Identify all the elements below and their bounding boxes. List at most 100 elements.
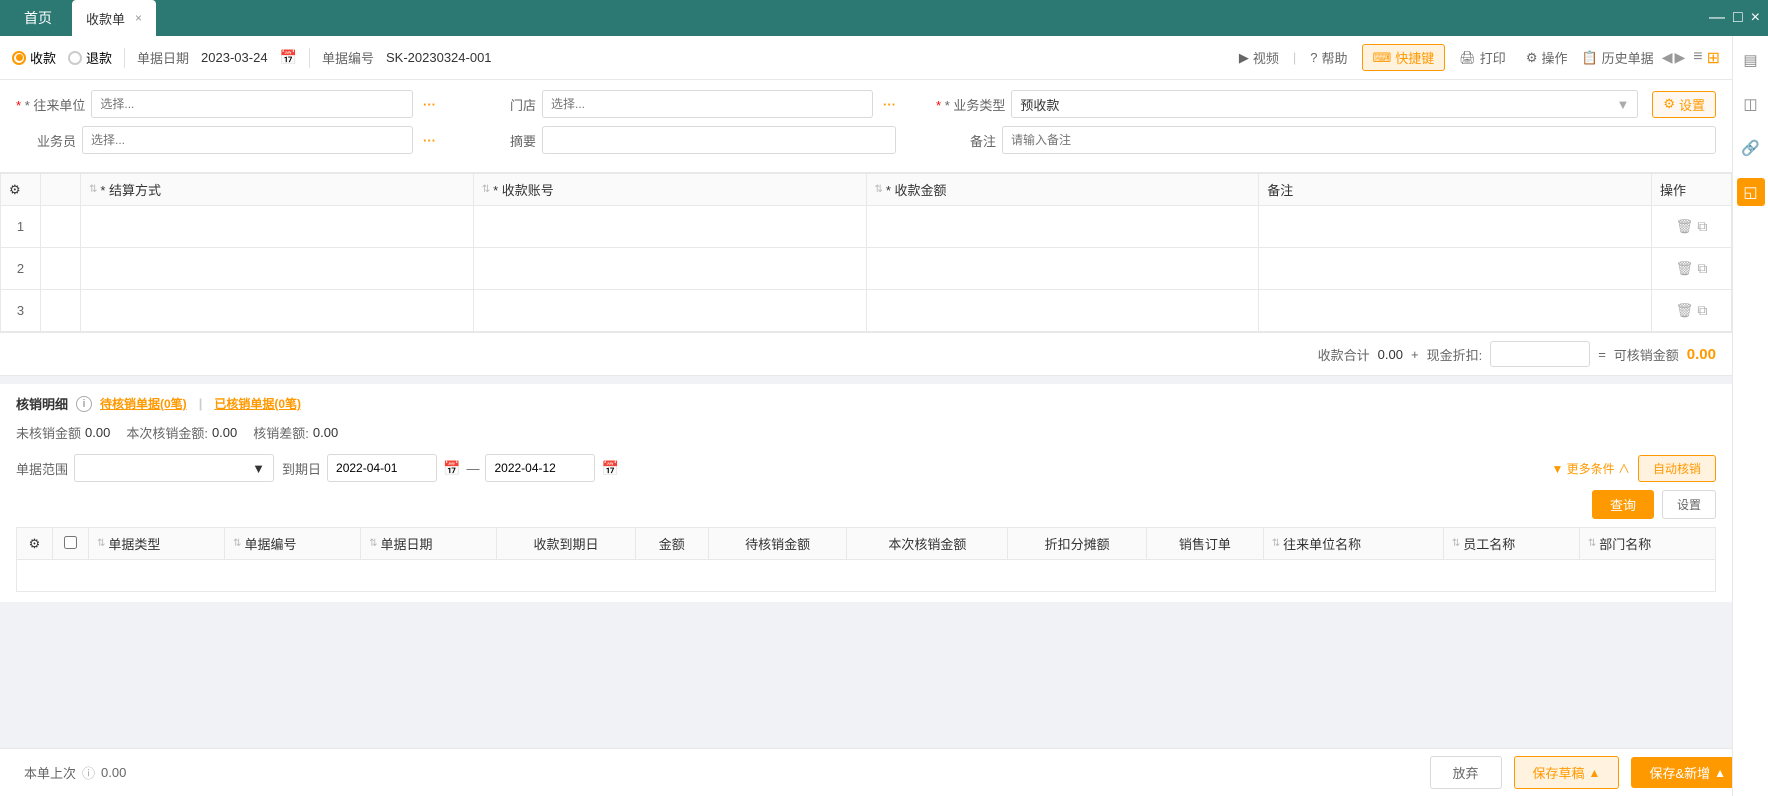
save-new-btn[interactable]: 保存&新增 ▲ — [1631, 757, 1744, 788]
row-2-amount[interactable] — [866, 248, 1259, 290]
account-input-3[interactable] — [474, 290, 866, 331]
prev-arrow-icon[interactable]: ◀ — [1662, 49, 1673, 66]
delete-icon-1[interactable]: 🗑 — [1676, 218, 1694, 235]
select-all-checkbox[interactable] — [64, 536, 77, 549]
bt-discount-header: 折扣分摊额 — [1008, 528, 1147, 560]
next-arrow-icon[interactable]: ▶ — [1674, 49, 1685, 66]
row-2-remark[interactable] — [1259, 248, 1652, 290]
partner-input[interactable] — [91, 90, 413, 118]
summary-input[interactable] — [542, 126, 896, 154]
help-btn[interactable]: ? 帮助 — [1304, 46, 1353, 69]
pending-tab-link[interactable]: 待核销单据(0笔) — [100, 395, 187, 412]
settlement-input-2[interactable] — [81, 248, 473, 289]
discount-label: 现金折扣: — [1427, 345, 1483, 364]
delete-icon-3[interactable]: 🗑 — [1676, 302, 1694, 319]
row-3-account[interactable] — [473, 290, 866, 332]
video-btn[interactable]: ▶ 视频 — [1233, 46, 1285, 69]
row-1-remark[interactable] — [1259, 206, 1652, 248]
amount-input-3[interactable] — [867, 290, 1259, 331]
remark-input[interactable] — [1002, 126, 1716, 154]
history-btn[interactable]: 📋 历史单据 — [1581, 48, 1653, 67]
staff-more-icon[interactable]: ··· — [423, 133, 436, 148]
auto-reconcile-btn[interactable]: 自动核销 — [1638, 455, 1716, 482]
reconcile-info-icon[interactable]: i — [76, 396, 92, 412]
window-maximize-icon[interactable]: □ — [1733, 9, 1743, 27]
reconcile-settings-btn[interactable]: 设置 — [1662, 490, 1716, 519]
bt-checkbox-header[interactable] — [53, 528, 89, 560]
account-header: ⇅ * 收款账号 — [473, 174, 866, 206]
form-row-1: * * 往来单位 ··· 门店 ··· * * 业务类型 — [16, 90, 1716, 118]
row-3-num-extra — [41, 290, 81, 332]
row-3-amount[interactable] — [866, 290, 1259, 332]
store-more-icon[interactable]: ··· — [883, 97, 896, 112]
sidebar-expand-icon[interactable]: ◱ — [1737, 178, 1765, 206]
tab-receipt[interactable]: 收款单 × — [72, 0, 156, 36]
range-arrow-icon: ▼ — [252, 461, 265, 476]
store-input[interactable] — [542, 90, 873, 118]
account-input-2[interactable] — [474, 248, 866, 289]
abandon-btn[interactable]: 放弃 — [1430, 756, 1502, 789]
sidebar-form-icon[interactable]: ◫ — [1737, 90, 1765, 118]
window-minimize-icon[interactable]: — — [1709, 9, 1725, 27]
date-from-input[interactable] — [327, 454, 437, 482]
tab-close-icon[interactable]: × — [135, 11, 142, 25]
receipt-radio[interactable]: 收款 — [12, 48, 56, 67]
date-to-input[interactable] — [485, 454, 595, 482]
account-input-1[interactable] — [474, 206, 866, 247]
refund-radio[interactable]: 退款 — [68, 48, 112, 67]
more-filters-btn[interactable]: ▼ 更多条件 ∧ — [1551, 460, 1630, 477]
shortcut-label: 快捷键 — [1395, 48, 1434, 67]
copy-icon-1[interactable]: ⧉ — [1697, 218, 1707, 235]
table-settings-header[interactable]: ⚙ — [1, 174, 41, 206]
sidebar-link-icon[interactable]: 🔗 — [1737, 134, 1765, 162]
delete-icon-2[interactable]: 🗑 — [1676, 260, 1694, 277]
row-1-settlement[interactable] — [81, 206, 474, 248]
row-2-account[interactable] — [473, 248, 866, 290]
remark-input-3[interactable] — [1259, 290, 1651, 331]
row-2-settlement[interactable] — [81, 248, 474, 290]
form-settings-btn[interactable]: ⚙ 设置 — [1652, 91, 1716, 118]
help-icon: ? — [1310, 50, 1317, 65]
remark-input-1[interactable] — [1259, 206, 1651, 247]
query-btn[interactable]: 查询 — [1592, 490, 1654, 519]
sidebar-table-icon[interactable]: ▤ — [1737, 46, 1765, 74]
row-3-remark[interactable] — [1259, 290, 1652, 332]
diff-stat: 核销差额: 0.00 — [253, 423, 338, 442]
amount-input-2[interactable] — [867, 248, 1259, 289]
calendar-icon[interactable]: 📅 — [280, 49, 297, 66]
done-tab-link[interactable]: 已核销单据(0笔) — [214, 395, 301, 412]
discount-input[interactable] — [1490, 341, 1590, 367]
amount-input-1[interactable] — [867, 206, 1259, 247]
list-view-icon[interactable]: ≡ — [1693, 48, 1702, 68]
row-3-settlement[interactable] — [81, 290, 474, 332]
row-1-amount[interactable] — [866, 206, 1259, 248]
action-btn[interactable]: ⚙ 操作 — [1520, 46, 1574, 69]
print-btn[interactable]: 🖨 打印 — [1453, 46, 1512, 69]
partner-more-icon[interactable]: ··· — [423, 97, 436, 112]
settlement-input-1[interactable] — [81, 206, 473, 247]
row-1-account[interactable] — [473, 206, 866, 248]
settlement-input-3[interactable] — [81, 290, 473, 331]
date-to-icon[interactable]: 📅 — [601, 460, 618, 477]
biz-type-select[interactable]: 预收款 ▼ — [1011, 90, 1638, 118]
copy-icon-3[interactable]: ⧉ — [1697, 302, 1707, 319]
info-icon-prev[interactable]: ⓘ — [82, 763, 95, 782]
video-label: 视频 — [1253, 48, 1279, 67]
staff-input[interactable] — [82, 126, 413, 154]
range-select[interactable]: ▼ — [74, 454, 274, 482]
date-from-icon[interactable]: 📅 — [443, 460, 460, 477]
calc-row: 收款合计 0.00 + 现金折扣: = 可核销金额 0.00 — [0, 333, 1732, 376]
grid-view-icon[interactable]: ⊞ — [1707, 48, 1720, 68]
save-draft-btn[interactable]: 保存草稿 ▲ — [1514, 756, 1620, 789]
receipt-type-group: 收款 退款 — [12, 48, 112, 67]
window-close-icon[interactable]: × — [1751, 9, 1760, 27]
bt-settings-header[interactable]: ⚙ — [17, 528, 53, 560]
action-icon: ⚙ — [1526, 50, 1538, 66]
remark-input-2[interactable] — [1259, 248, 1651, 289]
refund-radio-circle — [68, 51, 82, 65]
shortcut-btn[interactable]: ⌨ 快捷键 — [1362, 44, 1446, 71]
receivable-label: 可核销金额 — [1614, 345, 1679, 364]
tab-home[interactable]: 首页 — [8, 0, 68, 36]
remark-header: 备注 — [1259, 174, 1652, 206]
copy-icon-2[interactable]: ⧉ — [1697, 260, 1707, 277]
